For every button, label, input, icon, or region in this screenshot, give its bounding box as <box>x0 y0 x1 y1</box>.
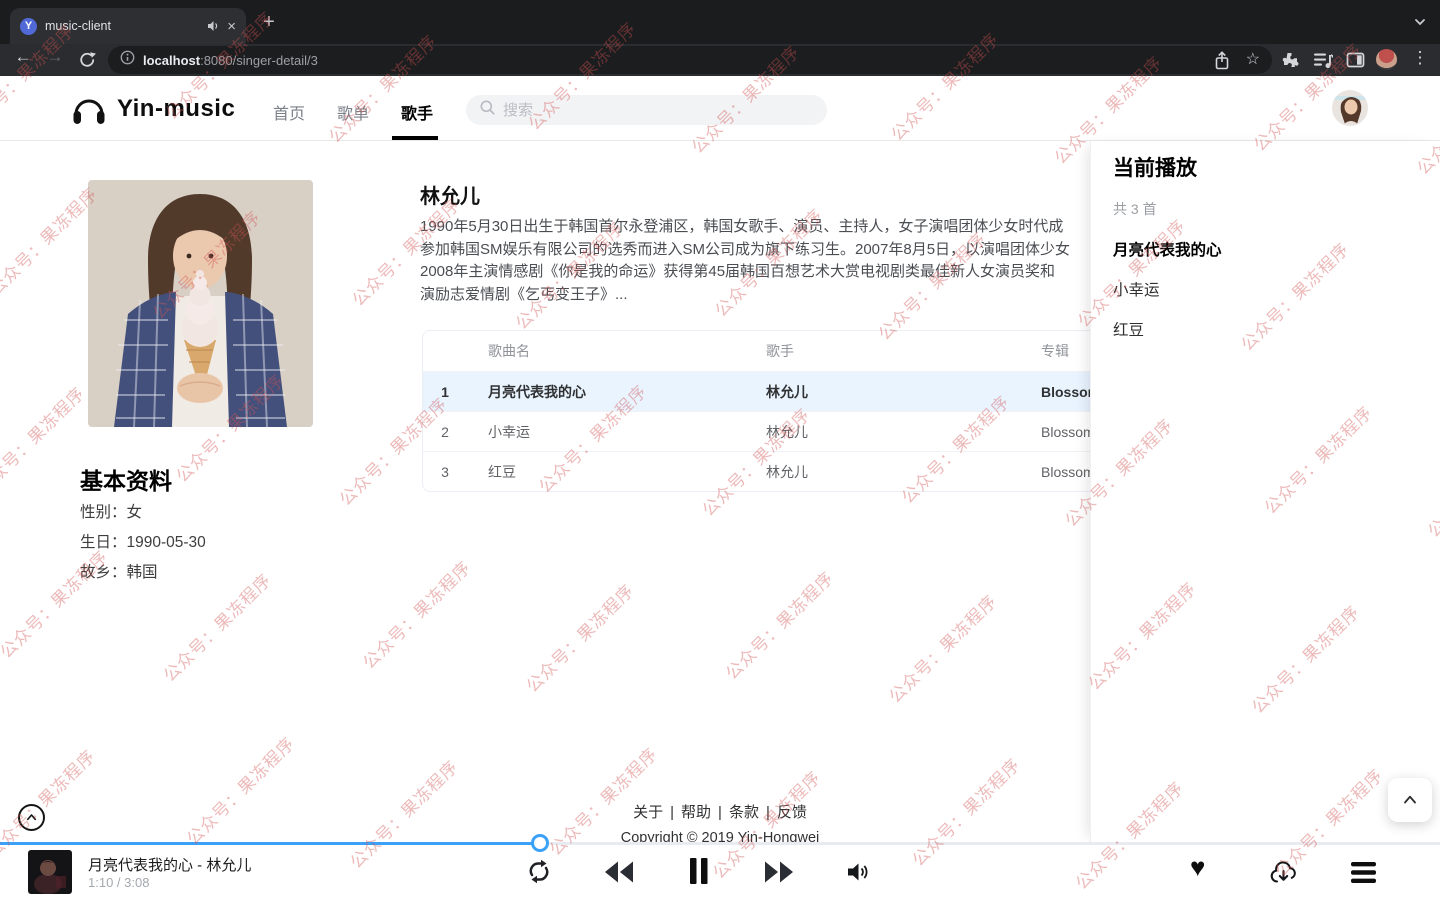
now-playing-count: 共 3 首 <box>1113 199 1440 219</box>
progress-fill <box>0 842 540 845</box>
previous-track-icon[interactable] <box>603 860 635 884</box>
table-row[interactable]: 3 红豆 林允儿 Blossom <box>423 451 1171 491</box>
pause-button[interactable] <box>688 857 709 885</box>
brand-title[interactable]: Yin-music <box>117 95 235 123</box>
active-nav-underline <box>392 136 438 140</box>
search-box[interactable] <box>466 95 827 125</box>
footer-link-about[interactable]: 关于 <box>633 804 663 821</box>
favorite-heart-icon[interactable]: ♥ <box>1190 852 1205 883</box>
playlist-menu-icon[interactable] <box>1351 861 1376 884</box>
nav-item-singers[interactable]: 歌手 <box>401 100 433 124</box>
address-bar[interactable]: localhost:8080/singer-detail/3 ☆ <box>108 46 1272 74</box>
bio-line: 2008年主演情感剧《你是我的命运》获得第45届韩国百想艺术大赏电视剧类最佳新人… <box>420 261 1092 284</box>
table-row[interactable]: 2 小幸运 林允儿 Blossom <box>423 411 1171 451</box>
profile-title: 基本资料 <box>80 462 172 496</box>
extensions-puzzle-icon[interactable] <box>1281 51 1299 69</box>
player-bar: 月亮代表我的心 - 林允儿 1:10 / 3:08 ♥ <box>0 843 1440 900</box>
side-panel-icon[interactable] <box>1346 51 1365 69</box>
tab-close-icon[interactable]: × <box>227 19 236 34</box>
table-row[interactable]: 1 月亮代表我的心 林允儿 Blossom <box>423 371 1171 411</box>
nav-item-home[interactable]: 首页 <box>273 100 305 124</box>
song-table: 歌曲名 歌手 专辑 1 月亮代表我的心 林允儿 Blossom 2 小幸运 林允… <box>422 330 1172 492</box>
now-playing-list: 月亮代表我的心 小幸运 红豆 <box>1113 231 1440 351</box>
bookmark-star-icon[interactable]: ☆ <box>1246 52 1260 68</box>
singer-photo <box>88 180 313 427</box>
info-icon[interactable] <box>120 50 135 70</box>
playlist-item[interactable]: 月亮代表我的心 <box>1113 231 1440 271</box>
profile-birthday: 生日：1990-05-30 <box>80 530 206 552</box>
song-table-header: 歌曲名 歌手 专辑 <box>423 331 1171 371</box>
nav-item-playlists[interactable]: 歌单 <box>337 100 369 124</box>
tab-favicon: Y <box>20 18 37 35</box>
search-input[interactable] <box>503 102 783 119</box>
bio-line: 1990年5月30日出生于韩国首尔永登浦区，韩国女歌手、演员、主持人，女子演唱团… <box>420 216 1092 239</box>
url-path: :8080/singer-detail/3 <box>200 53 318 68</box>
media-controls-icon[interactable] <box>1313 51 1333 69</box>
site-header: Yin-music 首页 歌单 歌手 <box>0 76 1440 141</box>
player-song-title: 月亮代表我的心 - 林允儿 <box>88 854 251 875</box>
now-playing-panel: 当前播放 共 3 首 月亮代表我的心 小幸运 红豆 <box>1090 141 1440 843</box>
footer-link-help[interactable]: 帮助 <box>681 804 711 821</box>
player-time: 1:10 / 3:08 <box>88 875 149 890</box>
share-icon[interactable] <box>1214 51 1230 70</box>
now-playing-title: 当前播放 <box>1113 152 1440 182</box>
progress-handle[interactable] <box>531 834 549 852</box>
browser-window: Y music-client × + ← → localhost:8080/si… <box>0 0 1440 900</box>
next-track-icon[interactable] <box>763 860 795 884</box>
bio-line: 演励志爱情剧《乞丐变王子》... <box>420 284 1092 307</box>
page-content: Yin-music 首页 歌单 歌手 <box>0 76 1440 900</box>
browser-toolbar: ← → localhost:8080/singer-detail/3 ☆ ⋮ <box>0 44 1440 76</box>
download-cloud-icon[interactable] <box>1269 860 1298 885</box>
player-collapse-button[interactable] <box>18 804 45 831</box>
player-album-art[interactable] <box>28 850 72 894</box>
browser-profile-avatar[interactable] <box>1376 49 1397 70</box>
tab-strip: Y music-client × + <box>0 0 1440 44</box>
playlist-item[interactable]: 红豆 <box>1113 311 1440 351</box>
url-text: localhost:8080/singer-detail/3 <box>143 53 1198 68</box>
url-host: localhost <box>143 53 200 68</box>
volume-icon[interactable] <box>847 862 870 882</box>
back-to-top-button[interactable] <box>1388 778 1432 822</box>
bio-line: 参加韩国SM娱乐有限公司的选秀而进入SM公司成为旗下练习生。2007年8月5日，… <box>420 239 1092 262</box>
profile-hometown: 故乡：韩国 <box>80 560 158 582</box>
forward-button[interactable]: → <box>42 47 68 67</box>
col-header-song: 歌曲名 <box>467 341 756 361</box>
col-header-artist: 歌手 <box>756 341 1031 361</box>
footer-link-terms[interactable]: 条款 <box>729 804 759 821</box>
playlist-item[interactable]: 小幸运 <box>1113 271 1440 311</box>
loop-mode-icon[interactable] <box>526 858 552 885</box>
chevron-down-icon[interactable] <box>1412 14 1428 35</box>
search-icon <box>480 100 495 120</box>
reload-icon[interactable] <box>79 51 96 73</box>
back-button[interactable]: ← <box>10 47 36 67</box>
profile-gender: 性别：女 <box>80 500 142 522</box>
singer-name: 林允儿 <box>420 180 480 209</box>
tab-title: music-client <box>45 19 207 33</box>
headphones-logo-icon <box>70 91 108 132</box>
tab-audio-icon[interactable] <box>207 20 219 32</box>
browser-tab[interactable]: Y music-client × <box>10 8 246 44</box>
browser-menu-icon[interactable]: ⋮ <box>1410 48 1430 68</box>
footer-link-feedback[interactable]: 反馈 <box>777 804 807 821</box>
new-tab-button[interactable]: + <box>258 11 280 33</box>
singer-bio: 1990年5月30日出生于韩国首尔永登浦区，韩国女歌手、演员、主持人，女子演唱团… <box>420 216 1092 306</box>
user-avatar[interactable] <box>1332 90 1368 126</box>
progress-track[interactable] <box>0 842 1440 845</box>
